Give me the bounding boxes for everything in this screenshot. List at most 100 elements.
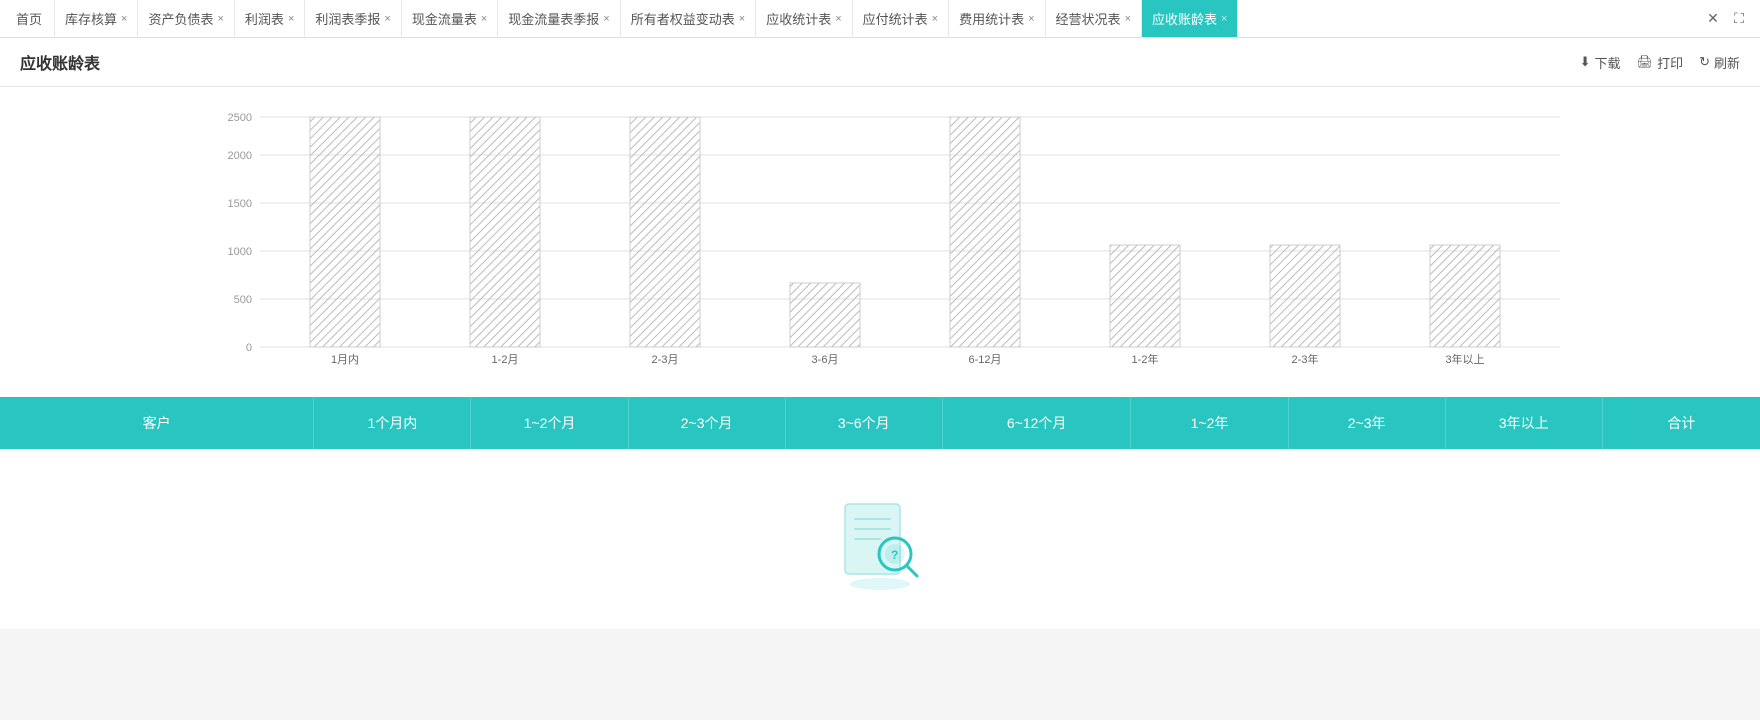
tab-bar: 首页 库存核算 × 资产负债表 × 利润表 × 利润表季报 × 现金流量表 × …: [0, 0, 1760, 38]
bar-chart: 0 500 1000 1500 2000 2500 1月内 1-2月: [40, 107, 1720, 387]
svg-text:0: 0: [246, 342, 252, 354]
tab-profit[interactable]: 利润表 ×: [235, 0, 305, 38]
download-label: 下载: [1595, 53, 1621, 72]
col-2-3month-label: 2~3个月: [681, 413, 733, 433]
svg-text:2500: 2500: [228, 112, 252, 124]
col-total-label: 合计: [1667, 413, 1695, 433]
bar-1: [310, 117, 380, 347]
svg-text:2000: 2000: [228, 150, 252, 162]
tab-close-icon[interactable]: ×: [739, 13, 745, 25]
window-controls: ✕ ⛶: [1704, 10, 1756, 28]
svg-text:1000: 1000: [228, 246, 252, 258]
header-actions: ⬇ 下载 🖨 打印 ↻ 刷新: [1580, 53, 1740, 72]
bar-8: [1430, 245, 1500, 347]
refresh-label: 刷新: [1714, 53, 1740, 72]
tab-close-icon[interactable]: ×: [1125, 13, 1131, 25]
table-header: 客户 1个月内 1~2个月 2~3个月 3~6个月 6~12个月 1~2年 2~…: [0, 397, 1760, 449]
tab-ar-aging[interactable]: 应收账龄表 ×: [1142, 0, 1238, 38]
svg-text:1-2月: 1-2月: [492, 354, 519, 366]
tab-label: 应收账龄表: [1152, 9, 1217, 28]
tab-label: 应付统计表: [863, 9, 928, 28]
svg-text:3-6月: 3-6月: [812, 354, 839, 366]
col-3plus-year: 3年以上: [1446, 397, 1603, 449]
svg-text:1-2年: 1-2年: [1132, 352, 1159, 366]
tab-profit-quarter[interactable]: 利润表季报 ×: [305, 0, 401, 38]
empty-illustration: ?: [825, 489, 935, 599]
tab-label: 所有者权益变动表: [631, 9, 735, 28]
svg-text:2-3年: 2-3年: [1292, 352, 1319, 366]
col-customer: 客户: [0, 397, 314, 449]
print-button[interactable]: 🖨 打印: [1637, 53, 1684, 72]
bar-7: [1270, 245, 1340, 347]
tab-label: 现金流量表: [412, 9, 477, 28]
bar-3: [630, 117, 700, 347]
svg-text:3年以上: 3年以上: [1445, 352, 1484, 366]
col-2-3month: 2~3个月: [629, 397, 786, 449]
tab-close-icon[interactable]: ×: [835, 13, 841, 25]
tab-label: 经营状况表: [1056, 9, 1121, 28]
tab-expense-stats[interactable]: 费用统计表 ×: [949, 0, 1045, 38]
close-window-button[interactable]: ✕: [1704, 10, 1722, 28]
chart-area: 0 500 1000 1500 2000 2500 1月内 1-2月: [0, 87, 1760, 397]
tab-ar-stats[interactable]: 应收统计表 ×: [756, 0, 852, 38]
tab-close-icon[interactable]: ×: [481, 13, 487, 25]
bar-2: [470, 117, 540, 347]
col-1month-label: 1个月内: [367, 413, 417, 433]
col-6-12month: 6~12个月: [943, 397, 1132, 449]
tab-cashflow-quarter[interactable]: 现金流量表季报 ×: [498, 0, 620, 38]
tab-close-icon[interactable]: ×: [1028, 13, 1034, 25]
col-total: 合计: [1603, 397, 1760, 449]
col-6-12month-label: 6~12个月: [1007, 413, 1067, 433]
svg-text:?: ?: [891, 548, 898, 562]
col-1-2month: 1~2个月: [471, 397, 628, 449]
print-label: 打印: [1657, 53, 1683, 72]
tab-close-icon[interactable]: ×: [1221, 13, 1227, 25]
tab-equity[interactable]: 所有者权益变动表 ×: [621, 0, 756, 38]
tab-close-icon[interactable]: ×: [288, 13, 294, 25]
col-1month: 1个月内: [314, 397, 471, 449]
col-1-2year-label: 1~2年: [1191, 413, 1229, 433]
col-1-2month-label: 1~2个月: [524, 413, 576, 433]
tab-label: 现金流量表季报: [508, 9, 599, 28]
tab-label: 费用统计表: [959, 9, 1024, 28]
tab-close-icon[interactable]: ×: [121, 13, 127, 25]
tab-close-icon[interactable]: ×: [384, 13, 390, 25]
download-icon: ⬇: [1580, 54, 1591, 70]
tab-close-icon[interactable]: ×: [932, 13, 938, 25]
svg-text:6-12月: 6-12月: [968, 354, 1001, 366]
tab-close-icon[interactable]: ×: [603, 13, 609, 25]
tab-inventory[interactable]: 库存核算 ×: [55, 0, 138, 38]
tab-label: 利润表季报: [315, 9, 380, 28]
tab-close-icon[interactable]: ×: [217, 13, 223, 25]
page-header: 应收账龄表 ⬇ 下载 🖨 打印 ↻ 刷新: [0, 38, 1760, 87]
svg-text:2-3月: 2-3月: [652, 354, 679, 366]
bar-5: [950, 117, 1020, 347]
col-customer-label: 客户: [143, 413, 171, 433]
svg-text:1500: 1500: [228, 198, 252, 210]
refresh-icon: ↻: [1699, 54, 1710, 70]
page-title: 应收账龄表: [20, 50, 100, 74]
tab-cashflow[interactable]: 现金流量表 ×: [402, 0, 498, 38]
tab-home[interactable]: 首页: [4, 0, 55, 38]
svg-text:500: 500: [234, 294, 252, 306]
col-3plus-year-label: 3年以上: [1499, 413, 1549, 433]
maximize-window-button[interactable]: ⛶: [1730, 10, 1748, 28]
tab-home-label: 首页: [16, 9, 42, 28]
col-1-2year: 1~2年: [1131, 397, 1288, 449]
print-icon: 🖨: [1637, 54, 1654, 70]
main-content: 0 500 1000 1500 2000 2500 1月内 1-2月: [0, 87, 1760, 629]
tab-label: 库存核算: [65, 9, 117, 28]
svg-text:1月内: 1月内: [331, 352, 359, 366]
tab-operations[interactable]: 经营状况表 ×: [1046, 0, 1142, 38]
col-2-3year-label: 2~3年: [1348, 413, 1386, 433]
bar-6: [1110, 245, 1180, 347]
empty-state: ?: [0, 449, 1760, 629]
tab-ap-stats[interactable]: 应付统计表 ×: [853, 0, 949, 38]
tab-label: 应收统计表: [766, 9, 831, 28]
download-button[interactable]: ⬇ 下载: [1580, 53, 1621, 72]
col-2-3year: 2~3年: [1289, 397, 1446, 449]
tab-balance[interactable]: 资产负债表 ×: [138, 0, 234, 38]
bar-4: [790, 283, 860, 347]
refresh-button[interactable]: ↻ 刷新: [1699, 53, 1740, 72]
col-3-6month-label: 3~6个月: [838, 413, 890, 433]
